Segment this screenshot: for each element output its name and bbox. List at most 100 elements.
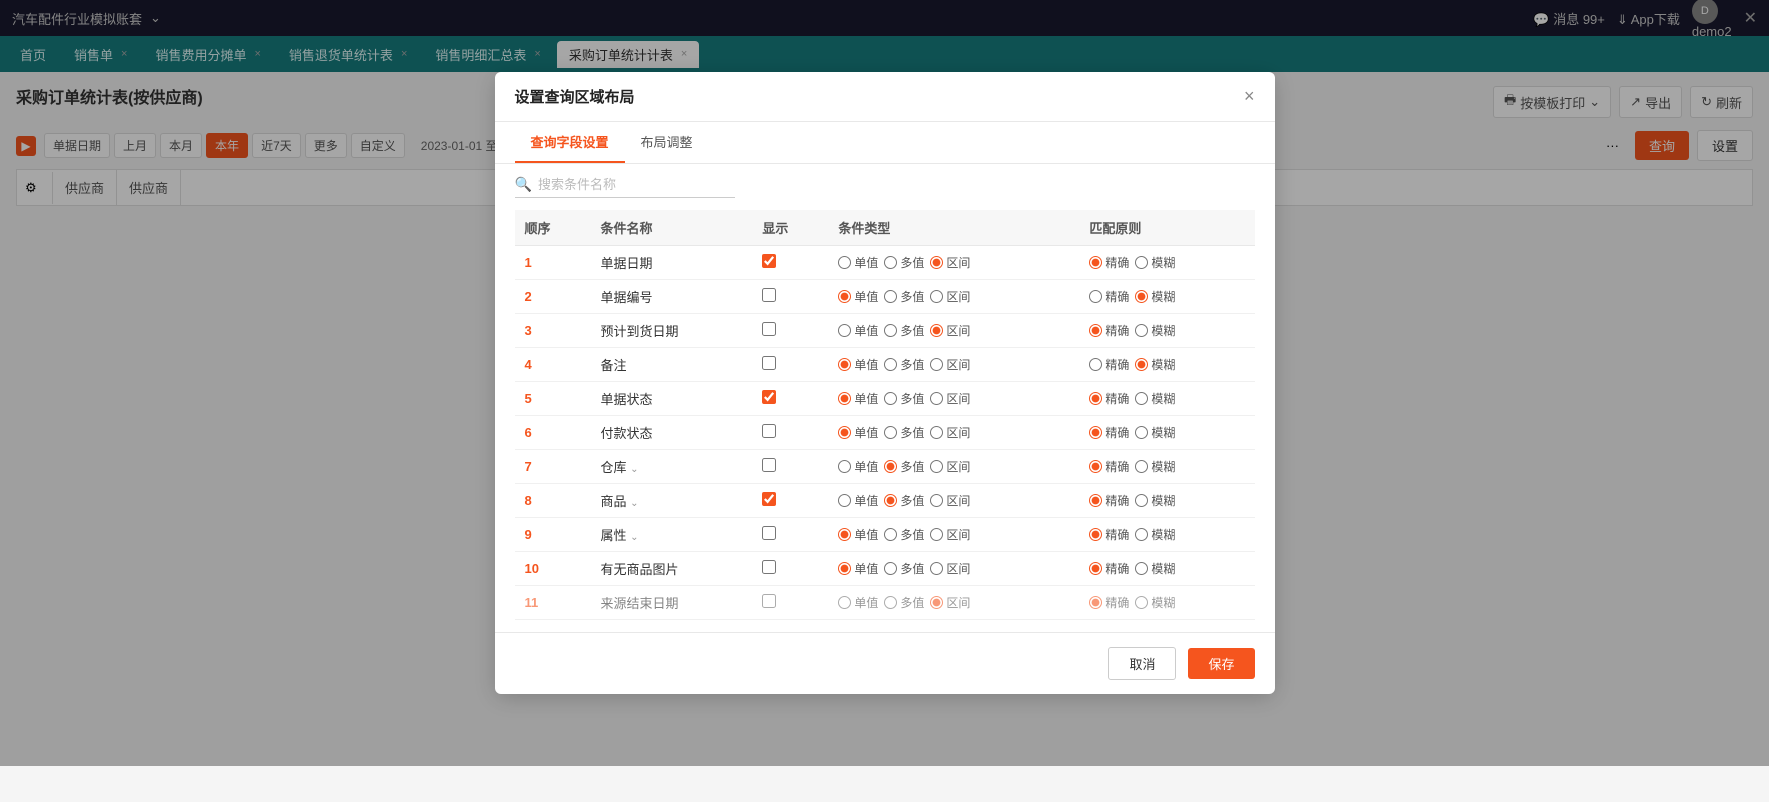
type-radio-input-单值[interactable] (838, 460, 851, 473)
match-radio-input-模糊[interactable] (1135, 426, 1148, 439)
show-checkbox[interactable] (762, 492, 776, 506)
type-radio-input-区间[interactable] (930, 562, 943, 575)
match-radio-input-精确[interactable] (1089, 392, 1102, 405)
type-radio-单值[interactable]: 单值 (838, 492, 878, 509)
type-radio-区间[interactable]: 区间 (930, 254, 970, 271)
match-radio-input-模糊[interactable] (1135, 256, 1148, 269)
type-radio-input-区间[interactable] (930, 256, 943, 269)
match-radio-input-模糊[interactable] (1135, 358, 1148, 371)
match-radio-精确[interactable]: 精确 (1089, 458, 1129, 475)
match-radio-模糊[interactable]: 模糊 (1135, 458, 1175, 475)
match-radio-input-模糊[interactable] (1135, 392, 1148, 405)
show-checkbox[interactable] (762, 390, 776, 404)
type-radio-input-多值[interactable] (884, 426, 897, 439)
search-input[interactable] (538, 177, 718, 192)
type-radio-input-多值[interactable] (884, 358, 897, 371)
match-radio-input-精确[interactable] (1089, 290, 1102, 303)
type-radio-区间[interactable]: 区间 (930, 594, 970, 611)
match-radio-input-模糊[interactable] (1135, 460, 1148, 473)
type-radio-单值[interactable]: 单值 (838, 424, 878, 441)
match-radio-精确[interactable]: 精确 (1089, 424, 1129, 441)
type-radio-input-多值[interactable] (884, 256, 897, 269)
show-checkbox[interactable] (762, 356, 776, 370)
type-radio-input-单值[interactable] (838, 426, 851, 439)
type-radio-单值[interactable]: 单值 (838, 288, 878, 305)
type-radio-input-单值[interactable] (838, 290, 851, 303)
type-radio-input-区间[interactable] (930, 358, 943, 371)
show-checkbox[interactable] (762, 424, 776, 438)
type-radio-input-区间[interactable] (930, 392, 943, 405)
type-radio-多值[interactable]: 多值 (884, 458, 924, 475)
match-radio-模糊[interactable]: 模糊 (1135, 254, 1175, 271)
match-radio-精确[interactable]: 精确 (1089, 288, 1129, 305)
type-radio-input-多值[interactable] (884, 596, 897, 609)
type-radio-多值[interactable]: 多值 (884, 424, 924, 441)
type-radio-区间[interactable]: 区间 (930, 492, 970, 509)
match-radio-模糊[interactable]: 模糊 (1135, 390, 1175, 407)
type-radio-区间[interactable]: 区间 (930, 390, 970, 407)
type-radio-input-区间[interactable] (930, 324, 943, 337)
match-radio-模糊[interactable]: 模糊 (1135, 492, 1175, 509)
match-radio-模糊[interactable]: 模糊 (1135, 356, 1175, 373)
type-radio-input-多值[interactable] (884, 460, 897, 473)
dropdown-caret[interactable]: ⌄ (630, 532, 638, 543)
type-radio-input-单值[interactable] (838, 358, 851, 371)
type-radio-input-单值[interactable] (838, 256, 851, 269)
type-radio-单值[interactable]: 单值 (838, 458, 878, 475)
show-checkbox[interactable] (762, 594, 776, 608)
show-checkbox[interactable] (762, 288, 776, 302)
type-radio-input-区间[interactable] (930, 494, 943, 507)
type-radio-input-多值[interactable] (884, 494, 897, 507)
type-radio-区间[interactable]: 区间 (930, 560, 970, 577)
match-radio-精确[interactable]: 精确 (1089, 526, 1129, 543)
show-checkbox[interactable] (762, 458, 776, 472)
match-radio-input-模糊[interactable] (1135, 596, 1148, 609)
type-radio-多值[interactable]: 多值 (884, 288, 924, 305)
type-radio-多值[interactable]: 多值 (884, 526, 924, 543)
type-radio-多值[interactable]: 多值 (884, 594, 924, 611)
match-radio-input-精确[interactable] (1089, 562, 1102, 575)
type-radio-input-多值[interactable] (884, 392, 897, 405)
type-radio-区间[interactable]: 区间 (930, 322, 970, 339)
type-radio-input-区间[interactable] (930, 528, 943, 541)
match-radio-input-精确[interactable] (1089, 256, 1102, 269)
cancel-btn[interactable]: 取消 (1108, 647, 1176, 680)
type-radio-input-区间[interactable] (930, 596, 943, 609)
modal-tab-query-fields[interactable]: 查询字段设置 (515, 122, 625, 163)
dropdown-caret[interactable]: ⌄ (630, 498, 638, 509)
type-radio-input-单值[interactable] (838, 596, 851, 609)
type-radio-input-单值[interactable] (838, 392, 851, 405)
type-radio-多值[interactable]: 多值 (884, 560, 924, 577)
modal-tab-layout[interactable]: 布局调整 (625, 122, 709, 163)
type-radio-input-区间[interactable] (930, 460, 943, 473)
match-radio-模糊[interactable]: 模糊 (1135, 594, 1175, 611)
show-checkbox[interactable] (762, 254, 776, 268)
type-radio-input-多值[interactable] (884, 528, 897, 541)
type-radio-单值[interactable]: 单值 (838, 560, 878, 577)
type-radio-多值[interactable]: 多值 (884, 322, 924, 339)
type-radio-单值[interactable]: 单值 (838, 356, 878, 373)
dropdown-caret[interactable]: ⌄ (630, 464, 638, 475)
match-radio-input-模糊[interactable] (1135, 324, 1148, 337)
show-checkbox[interactable] (762, 322, 776, 336)
match-radio-input-模糊[interactable] (1135, 528, 1148, 541)
type-radio-区间[interactable]: 区间 (930, 458, 970, 475)
type-radio-多值[interactable]: 多值 (884, 390, 924, 407)
type-radio-区间[interactable]: 区间 (930, 356, 970, 373)
type-radio-区间[interactable]: 区间 (930, 288, 970, 305)
match-radio-input-模糊[interactable] (1135, 562, 1148, 575)
match-radio-精确[interactable]: 精确 (1089, 492, 1129, 509)
type-radio-区间[interactable]: 区间 (930, 424, 970, 441)
match-radio-精确[interactable]: 精确 (1089, 356, 1129, 373)
show-checkbox[interactable] (762, 526, 776, 540)
save-btn[interactable]: 保存 (1188, 648, 1254, 679)
match-radio-模糊[interactable]: 模糊 (1135, 424, 1175, 441)
type-radio-input-区间[interactable] (930, 426, 943, 439)
match-radio-input-精确[interactable] (1089, 426, 1102, 439)
type-radio-input-单值[interactable] (838, 324, 851, 337)
match-radio-模糊[interactable]: 模糊 (1135, 288, 1175, 305)
match-radio-精确[interactable]: 精确 (1089, 560, 1129, 577)
modal-close-btn[interactable]: × (1244, 86, 1255, 107)
type-radio-input-多值[interactable] (884, 324, 897, 337)
match-radio-精确[interactable]: 精确 (1089, 594, 1129, 611)
